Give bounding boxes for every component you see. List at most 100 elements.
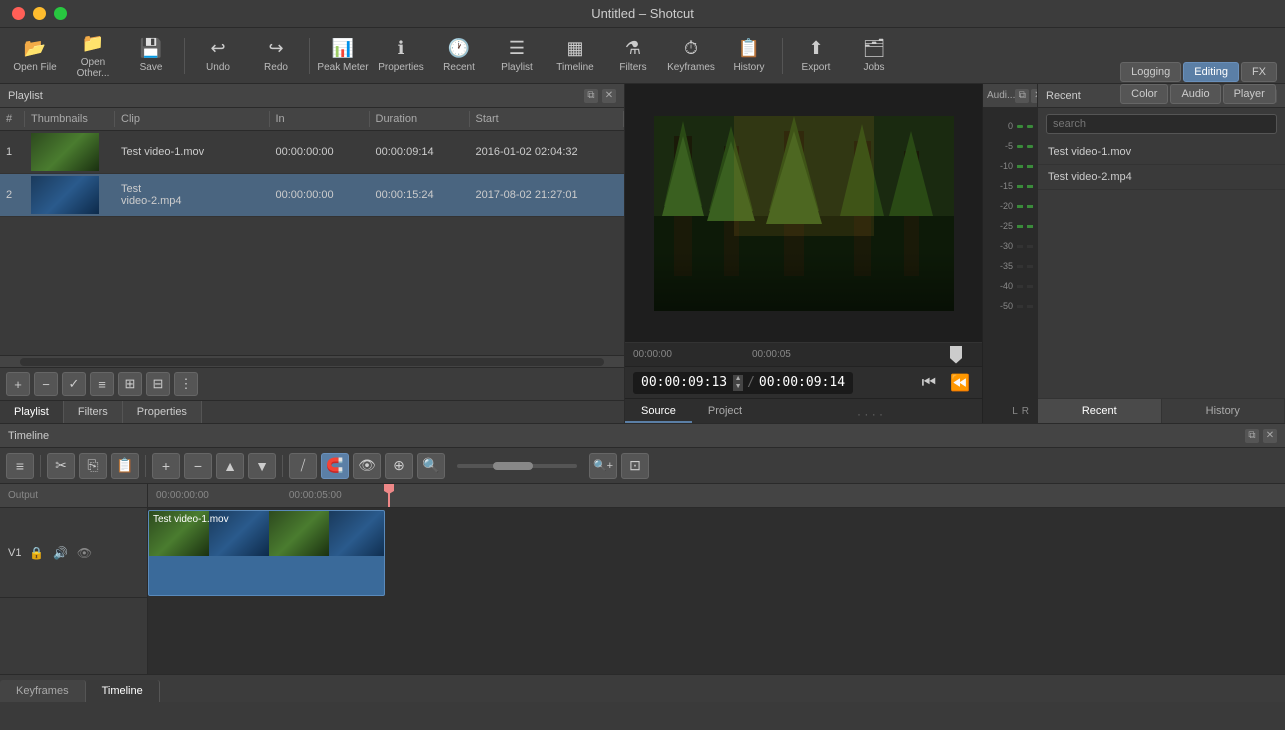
player-mode-button[interactable]: Player	[1223, 84, 1276, 104]
search-input[interactable]	[1046, 114, 1277, 134]
open-other-button[interactable]: 📁 Open Other...	[66, 32, 120, 80]
time-stepper[interactable]: ▲ ▼	[733, 375, 743, 391]
timeline-close-button[interactable]: ✕	[1263, 429, 1277, 443]
playlist-menu-button[interactable]: ⋮	[174, 372, 198, 396]
playlist-icon: ☰	[509, 38, 525, 59]
playlist-remove-button[interactable]: −	[34, 372, 58, 396]
tab-filters[interactable]: Filters	[64, 401, 123, 423]
playhead[interactable]	[388, 484, 390, 507]
meter-row-0: 0	[987, 116, 1033, 136]
playlist-bottom: + − ✓ ≡ ⊞ ⊟ ⋮ Playlist Filters Propertie…	[0, 367, 624, 423]
timeline-copy-button[interactable]: ⎘	[79, 453, 107, 479]
playlist-grid-button[interactable]: ⊞	[118, 372, 142, 396]
jobs-button[interactable]: 🗂 Jobs	[847, 32, 901, 80]
col-duration: Duration	[370, 111, 470, 127]
v1-track-label: V1 🔒 🔊 👁	[0, 508, 147, 598]
timeline-zoom-out-button[interactable]: 🔍	[417, 453, 445, 479]
meter-row-2: -10	[987, 156, 1033, 176]
rewind-button[interactable]: ⏪	[946, 373, 974, 393]
playlist-scrollbar[interactable]	[0, 355, 624, 367]
close-button[interactable]	[12, 7, 25, 20]
timeline-all-button[interactable]: ⊕	[385, 453, 413, 479]
timeline-float-button[interactable]: ⧉	[1245, 429, 1259, 443]
mode-bar: Logging Editing FX Color Audio Player	[1120, 62, 1277, 104]
timeline-fit-button[interactable]: ⊡	[621, 453, 649, 479]
main-toolbar: 📂 Open File 📁 Open Other... 💾 Save ↩ Und…	[0, 28, 1285, 84]
scrub-timeline[interactable]: 00:00:00 00:00:05	[625, 342, 982, 366]
tab-recent[interactable]: Recent	[1038, 399, 1162, 423]
open-file-button[interactable]: 📂 Open File	[8, 32, 62, 80]
time-separator: /	[747, 375, 755, 390]
fx-mode-button[interactable]: FX	[1241, 62, 1277, 82]
export-button[interactable]: ⬆ Export	[789, 32, 843, 80]
window-title: Untitled – Shotcut	[591, 6, 694, 21]
keyframes-button[interactable]: ⏱ Keyframes	[664, 32, 718, 80]
table-row[interactable]: 1 Test video-1.mov 00:00:00:00 00:00:09:…	[0, 131, 624, 174]
meter-bar-9	[1017, 305, 1023, 308]
table-row[interactable]: 2 Testvideo-2.mp4 00:00:00:00 00:00:15:2…	[0, 174, 624, 217]
go-start-button[interactable]: ⏮	[918, 374, 940, 392]
row1-clip: Test video-1.mov	[115, 144, 270, 160]
track-lock-button[interactable]: 🔒	[27, 544, 45, 562]
tab-history[interactable]: History	[1162, 399, 1285, 423]
timeline-split-button[interactable]: ⧸	[289, 453, 317, 479]
playlist-list-button[interactable]: ≡	[90, 372, 114, 396]
timeline-menu-button[interactable]: ≡	[6, 453, 34, 479]
playlist-add-button[interactable]: +	[6, 372, 30, 396]
tab-properties[interactable]: Properties	[123, 401, 202, 423]
editing-mode-button[interactable]: Editing	[1183, 62, 1239, 82]
clip-block-1[interactable]: Test video-1.mov	[148, 510, 385, 596]
tab-playlist[interactable]: Playlist	[0, 401, 64, 423]
timeline-title: Timeline	[8, 430, 49, 442]
timeline-ripple2-button[interactable]: 👁	[353, 453, 381, 479]
recent-item-1[interactable]: Test video-1.mov	[1038, 140, 1285, 165]
timeline-snap-button[interactable]: 🧲	[321, 453, 349, 479]
timeline-cut-button[interactable]: ✂	[47, 453, 75, 479]
color-mode-button[interactable]: Color	[1120, 84, 1168, 104]
maximize-button[interactable]	[54, 7, 67, 20]
recent-item-2[interactable]: Test video-2.mp4	[1038, 165, 1285, 190]
clip-name: Test video-1.mov	[153, 514, 229, 525]
tab-source[interactable]: Source	[625, 401, 692, 423]
zoom-slider[interactable]	[457, 464, 577, 468]
timeline-overwrite-button[interactable]: ▼	[248, 453, 276, 479]
timeline-lift-button[interactable]: ▲	[216, 453, 244, 479]
tab-keyframes-bottom[interactable]: Keyframes	[0, 680, 86, 702]
timeline-ripple-button[interactable]: −	[184, 453, 212, 479]
timeline-icon: ▦	[566, 38, 583, 59]
recent-button[interactable]: 🕐 Recent	[432, 32, 486, 80]
undo-button[interactable]: ↩ Undo	[191, 32, 245, 80]
filters-button[interactable]: ⚗ Filters	[606, 32, 660, 80]
peak-meter-button[interactable]: 📊 Peak Meter	[316, 32, 370, 80]
track-mute-button[interactable]: 🔊	[51, 544, 69, 562]
save-button[interactable]: 💾 Save	[124, 32, 178, 80]
tab-timeline-bottom[interactable]: Timeline	[86, 680, 160, 702]
redo-button[interactable]: ↪ Redo	[249, 32, 303, 80]
row1-thumb	[25, 131, 115, 173]
audio-mode-button[interactable]: Audio	[1170, 84, 1220, 104]
track-time-ruler: 00:00:00:00 00:00:05:00	[148, 484, 1285, 508]
time-step-up[interactable]: ▲	[733, 375, 743, 383]
playlist-table-button[interactable]: ⊟	[146, 372, 170, 396]
history-button[interactable]: 📋 History	[722, 32, 776, 80]
playlist-float-button[interactable]: ⧉	[584, 89, 598, 103]
timeline-zoom-in-button[interactable]: 🔍+	[589, 453, 617, 479]
timeline-paste-button[interactable]: 📋	[111, 453, 139, 479]
minimize-button[interactable]	[33, 7, 46, 20]
keyframes-label: Keyframes	[667, 62, 715, 73]
properties-button[interactable]: ℹ Properties	[374, 32, 428, 80]
logging-mode-button[interactable]: Logging	[1120, 62, 1181, 82]
playlist-close-button[interactable]: ✕	[602, 89, 616, 103]
meter-bar-2r	[1027, 165, 1033, 168]
playlist-actions: + − ✓ ≡ ⊞ ⊟ ⋮	[0, 368, 624, 400]
tab-project[interactable]: Project	[692, 401, 758, 423]
time-step-down[interactable]: ▼	[733, 383, 743, 391]
playlist-button[interactable]: ☰ Playlist	[490, 32, 544, 80]
playlist-check-button[interactable]: ✓	[62, 372, 86, 396]
meter-bar-6r	[1027, 245, 1033, 248]
audio-float-button[interactable]: ⧉	[1015, 89, 1029, 103]
track-hide-button[interactable]: 👁	[75, 544, 93, 562]
timeline-button[interactable]: ▦ Timeline	[548, 32, 602, 80]
timeline-area: Timeline ⧉ ✕ ≡ ✂ ⎘ 📋 + − ▲ ▼ ⧸ 🧲 👁 ⊕ 🔍	[0, 424, 1285, 702]
timeline-append-button[interactable]: +	[152, 453, 180, 479]
